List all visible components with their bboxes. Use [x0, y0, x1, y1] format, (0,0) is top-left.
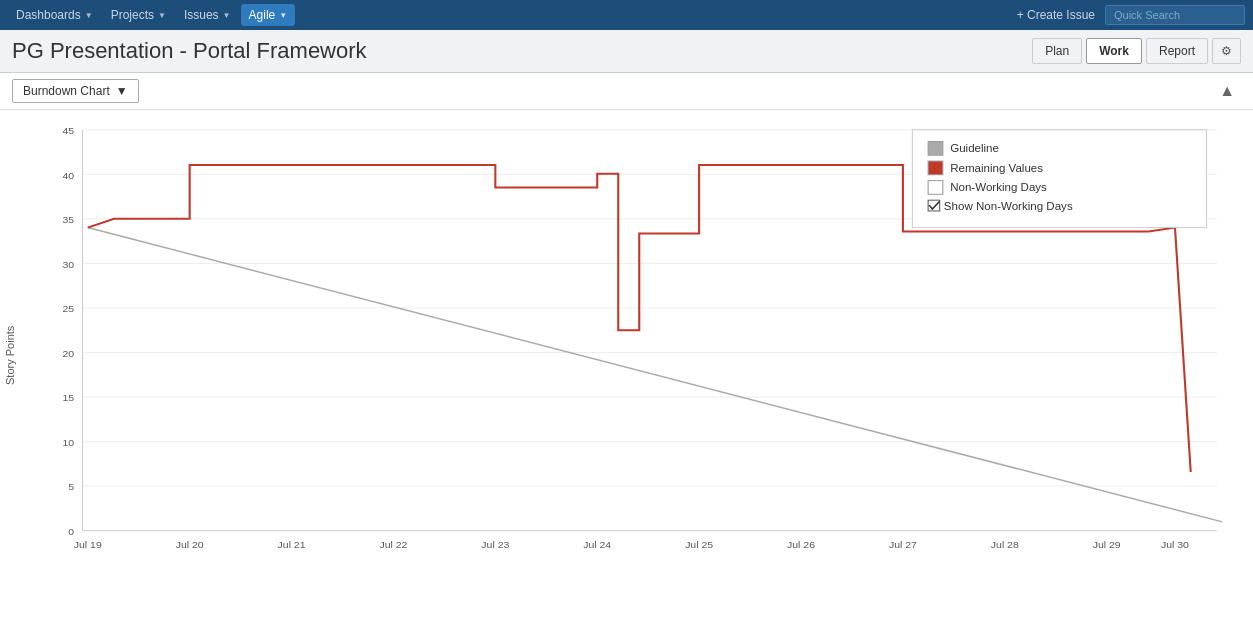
svg-text:Jul 21: Jul 21	[278, 540, 306, 551]
header-actions: Plan Work Report ⚙	[1032, 38, 1241, 64]
svg-text:10: 10	[62, 437, 74, 448]
collapse-button[interactable]: ▲	[1213, 80, 1241, 102]
svg-text:0: 0	[68, 526, 74, 537]
svg-text:20: 20	[62, 348, 74, 359]
dropdown-arrow-icon: ▼	[116, 84, 128, 98]
svg-rect-39	[928, 181, 943, 195]
svg-text:Non-Working Days: Non-Working Days	[950, 182, 1047, 194]
work-button[interactable]: Work	[1086, 38, 1142, 64]
svg-text:Jul 29: Jul 29	[1093, 540, 1121, 551]
svg-text:45: 45	[62, 125, 74, 136]
guideline	[88, 228, 1222, 522]
top-nav: Dashboards ▼ Projects ▼ Issues ▼ Agile ▼…	[0, 0, 1253, 30]
svg-text:Jul 28: Jul 28	[991, 540, 1019, 551]
svg-text:30: 30	[62, 259, 74, 270]
svg-rect-35	[928, 142, 943, 156]
nav-dashboards[interactable]: Dashboards ▼	[8, 4, 101, 26]
chart-type-dropdown[interactable]: Burndown Chart ▼	[12, 79, 139, 103]
svg-text:Jul 30: Jul 30	[1161, 540, 1189, 551]
svg-text:Guideline: Guideline	[950, 143, 999, 155]
sub-header: PG Presentation - Portal Framework Plan …	[0, 30, 1253, 73]
nav-agile[interactable]: Agile ▼	[241, 4, 296, 26]
svg-text:Jul 27: Jul 27	[889, 540, 917, 551]
svg-text:15: 15	[62, 392, 74, 403]
svg-text:25: 25	[62, 303, 74, 314]
svg-text:Jul 23: Jul 23	[481, 540, 509, 551]
svg-text:Jul 19: Jul 19	[74, 540, 102, 551]
nav-projects[interactable]: Projects ▼	[103, 4, 174, 26]
plan-button[interactable]: Plan	[1032, 38, 1082, 64]
report-button[interactable]: Report	[1146, 38, 1208, 64]
nav-issues[interactable]: Issues ▼	[176, 4, 239, 26]
issues-dropdown-arrow: ▼	[223, 11, 231, 20]
create-issue-button[interactable]: + Create Issue	[1009, 4, 1103, 26]
svg-text:Show Non-Working Days: Show Non-Working Days	[944, 200, 1073, 212]
svg-text:40: 40	[62, 170, 74, 181]
svg-text:Jul 22: Jul 22	[379, 540, 407, 551]
dashboards-dropdown-arrow: ▼	[85, 11, 93, 20]
burndown-chart-svg: 0 5 10 15 20 25 30 35 40 45 Jul 19 Jul 2…	[30, 120, 1238, 560]
quick-search-input[interactable]	[1105, 5, 1245, 25]
toolbar-row: Burndown Chart ▼ ▲	[0, 73, 1253, 110]
settings-button[interactable]: ⚙	[1212, 38, 1241, 64]
chart-container: Story Points	[0, 110, 1253, 600]
svg-text:Jul 20: Jul 20	[176, 540, 204, 551]
svg-text:Jul 24: Jul 24	[583, 540, 611, 551]
svg-text:Jul 25: Jul 25	[685, 540, 713, 551]
projects-dropdown-arrow: ▼	[158, 11, 166, 20]
agile-dropdown-arrow: ▼	[279, 11, 287, 20]
svg-text:35: 35	[62, 214, 74, 225]
svg-rect-37	[928, 161, 943, 175]
svg-text:Remaining Values: Remaining Values	[950, 162, 1043, 174]
page-title: PG Presentation - Portal Framework	[12, 38, 367, 64]
svg-text:Jul 26: Jul 26	[787, 540, 815, 551]
svg-text:5: 5	[68, 481, 74, 492]
y-axis-label: Story Points	[0, 120, 20, 590]
